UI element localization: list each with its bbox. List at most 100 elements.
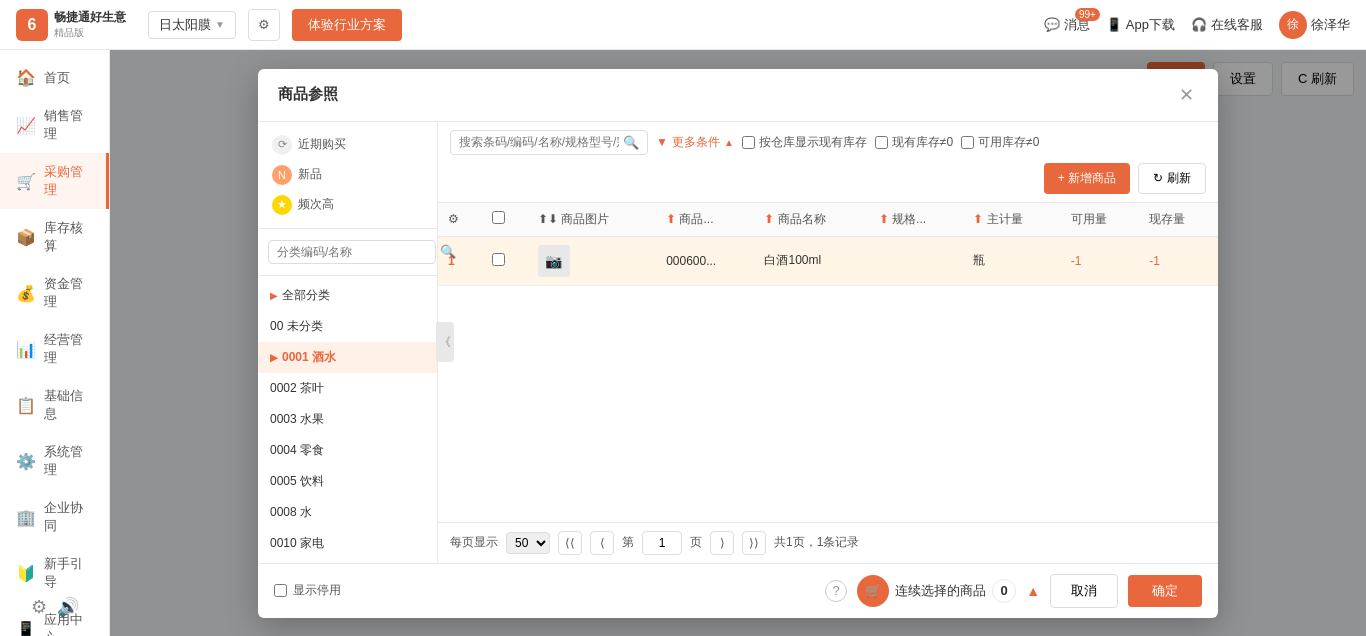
add-product-button[interactable]: + 新增商品 xyxy=(1044,163,1130,194)
select-all-checkbox[interactable] xyxy=(492,211,505,224)
checkbox-existing-stock[interactable]: 现有库存≠0 xyxy=(875,134,953,151)
category-search-button[interactable]: 🔍 xyxy=(440,239,456,265)
sidebar: 🏠 首页 📈 销售管理 🛒 采购管理 📦 库存核算 💰 资金管理 📊 经营管理 … xyxy=(0,50,110,636)
category-snacks[interactable]: 0004 零食 xyxy=(258,435,437,466)
sidebar-item-finance[interactable]: 💰 资金管理 xyxy=(0,265,109,321)
total-info: 共1页，1条记录 xyxy=(774,534,859,551)
show-disabled-input[interactable] xyxy=(274,584,287,597)
col-unit[interactable]: ⬆ 主计量 xyxy=(963,203,1060,237)
settings-bottom-icon[interactable]: ⚙ xyxy=(31,596,47,618)
trial-button[interactable]: 体验行业方案 xyxy=(292,9,402,41)
next-page-button[interactable]: ⟩ xyxy=(710,531,734,555)
product-search-input[interactable] xyxy=(459,135,619,149)
cart-info[interactable]: 🛒 连续选择的商品 0 xyxy=(857,575,1016,607)
col-spec[interactable]: ⬆ 规格... xyxy=(869,203,964,237)
modal-close-button[interactable]: ✕ xyxy=(1174,83,1198,107)
confirm-button[interactable]: 确定 xyxy=(1128,575,1202,607)
table-row[interactable]: 1 📷 000600... 白酒100ml 瓶 xyxy=(438,236,1218,285)
filter-recent[interactable]: ⟳ 近期购买 xyxy=(266,130,429,160)
sidebar-item-basic[interactable]: 📋 基础信息 xyxy=(0,377,109,433)
table-panel: 🔍 ▼ 更多条件 ▲ 按仓库显示现有库存 xyxy=(438,122,1218,563)
col-image: ⬆⬇ 商品图片 xyxy=(528,203,656,237)
category-unclassified[interactable]: 00 未分类 xyxy=(258,311,437,342)
modal-header: 商品参照 ✕ xyxy=(258,69,1218,122)
sort-name-icon: ⬆ xyxy=(764,212,774,226)
checkbox-usable-stock[interactable]: 可用库存≠0 xyxy=(961,134,1039,151)
col-code[interactable]: ⬆ 商品... xyxy=(656,203,754,237)
page-number-input[interactable] xyxy=(642,531,682,555)
sidebar-item-operation[interactable]: 📊 经营管理 xyxy=(0,321,109,377)
user-avatar: 徐 xyxy=(1279,11,1307,39)
col-name[interactable]: ⬆ 商品名称 xyxy=(754,203,868,237)
sidebar-item-system[interactable]: ⚙️ 系统管理 xyxy=(0,433,109,489)
first-page-button[interactable]: ⟨⟨ xyxy=(558,531,582,555)
gear-button[interactable]: ⚙ xyxy=(248,9,280,41)
col-stock: 现存量 xyxy=(1139,203,1218,237)
sort-spec-icon: ⬆ xyxy=(879,212,889,226)
product-search-icon[interactable]: 🔍 xyxy=(623,135,639,150)
collapse-cart-button[interactable]: ▲ xyxy=(1026,583,1040,599)
prev-page-button[interactable]: ⟨ xyxy=(590,531,614,555)
category-panel: ⟳ 近期购买 N 新品 ★ 频次高 xyxy=(258,122,438,563)
modal-title: 商品参照 xyxy=(278,85,338,104)
logo-text: 畅捷通好生意 精品版 xyxy=(54,9,126,40)
category-spirits[interactable]: ▶ 0001 酒水 xyxy=(258,342,437,373)
online-service-button[interactable]: 🎧 在线客服 xyxy=(1191,16,1263,34)
product-search-box: 🔍 xyxy=(450,130,648,155)
category-search-input[interactable] xyxy=(268,240,436,264)
col-available: 可用量 xyxy=(1061,203,1140,237)
category-water[interactable]: 0008 水 xyxy=(258,497,437,528)
basic-icon: 📋 xyxy=(16,396,36,415)
table-header-row: ⚙ ⬆⬇ 商品图片 ⬆ 商品... xyxy=(438,203,1218,237)
row-checkbox[interactable] xyxy=(482,236,528,285)
goods-reference-modal: 商品参照 ✕ ⟳ 近期购买 N xyxy=(258,69,1218,618)
user-profile[interactable]: 徐 徐泽华 xyxy=(1279,11,1350,39)
col-checkbox[interactable] xyxy=(482,203,528,237)
per-page-select[interactable]: 50 xyxy=(506,532,550,554)
table-toolbar: 🔍 ▼ 更多条件 ▲ 按仓库显示现有库存 xyxy=(438,122,1218,203)
category-drinks[interactable]: 0005 饮料 xyxy=(258,466,437,497)
sidebar-item-purchase[interactable]: 🛒 采购管理 xyxy=(0,153,109,209)
cancel-button[interactable]: 取消 xyxy=(1050,574,1118,608)
category-tea[interactable]: 0002 茶叶 xyxy=(258,373,437,404)
table-body: 1 📷 000600... 白酒100ml 瓶 xyxy=(438,236,1218,285)
sidebar-item-home[interactable]: 🏠 首页 xyxy=(0,58,109,97)
modal-body: ⟳ 近期购买 N 新品 ★ 频次高 xyxy=(258,122,1218,563)
filter-new[interactable]: N 新品 xyxy=(266,160,429,190)
filter-frequent[interactable]: ★ 频次高 xyxy=(266,190,429,220)
category-fruit[interactable]: 0003 水果 xyxy=(258,404,437,435)
system-icon: ⚙️ xyxy=(16,452,36,471)
help-button[interactable]: ? xyxy=(825,580,847,602)
footer-right: ? 🛒 连续选择的商品 0 ▲ 取消 确定 xyxy=(825,574,1202,608)
more-filters-button[interactable]: ▼ 更多条件 ▲ xyxy=(656,134,734,151)
content-area: 查询 设置 C 刷新 商品参照 ✕ xyxy=(110,50,1366,636)
row-image: 📷 xyxy=(528,236,656,285)
messages-button[interactable]: 💬 消息 99+ xyxy=(1044,16,1090,34)
recent-icon: ⟳ xyxy=(272,135,292,155)
collapse-panel-button[interactable]: 《 xyxy=(436,322,454,362)
home-icon: 🏠 xyxy=(16,68,36,87)
sidebar-item-enterprise[interactable]: 🏢 企业协同 xyxy=(0,489,109,545)
sidebar-item-sales[interactable]: 📈 销售管理 xyxy=(0,97,109,153)
category-appliances[interactable]: 0010 家电 xyxy=(258,528,437,559)
app-download-button[interactable]: 📱 App下载 xyxy=(1106,16,1175,34)
col-settings[interactable]: ⚙ xyxy=(438,203,482,237)
sidebar-item-inventory[interactable]: 📦 库存核算 xyxy=(0,209,109,265)
category-all[interactable]: ▶ 全部分类 xyxy=(258,280,437,311)
checkbox-by-warehouse-input[interactable] xyxy=(742,136,755,149)
audio-icon[interactable]: 🔊 xyxy=(57,596,79,618)
logo-icon: 6 xyxy=(16,9,48,41)
refresh-button[interactable]: ↻ 刷新 xyxy=(1138,163,1206,194)
checkbox-usable-input[interactable] xyxy=(961,136,974,149)
row-spec xyxy=(869,236,964,285)
checkbox-existing-input[interactable] xyxy=(875,136,888,149)
last-page-button[interactable]: ⟩⟩ xyxy=(742,531,766,555)
pagination-bar: 每页显示 50 ⟨⟨ ⟨ 第 页 ⟩ ⟩⟩ 共1页，1条记录 xyxy=(438,522,1218,563)
logo-area: 6 畅捷通好生意 精品版 xyxy=(16,9,136,41)
show-disabled-checkbox[interactable]: 显示停用 xyxy=(274,582,341,599)
finance-icon: 💰 xyxy=(16,284,36,303)
store-selector[interactable]: 日太阳膜 ▼ xyxy=(148,11,236,39)
purchase-icon: 🛒 xyxy=(16,172,36,191)
quick-filters: ⟳ 近期购买 N 新品 ★ 频次高 xyxy=(258,122,437,229)
checkbox-by-warehouse[interactable]: 按仓库显示现有库存 xyxy=(742,134,867,151)
